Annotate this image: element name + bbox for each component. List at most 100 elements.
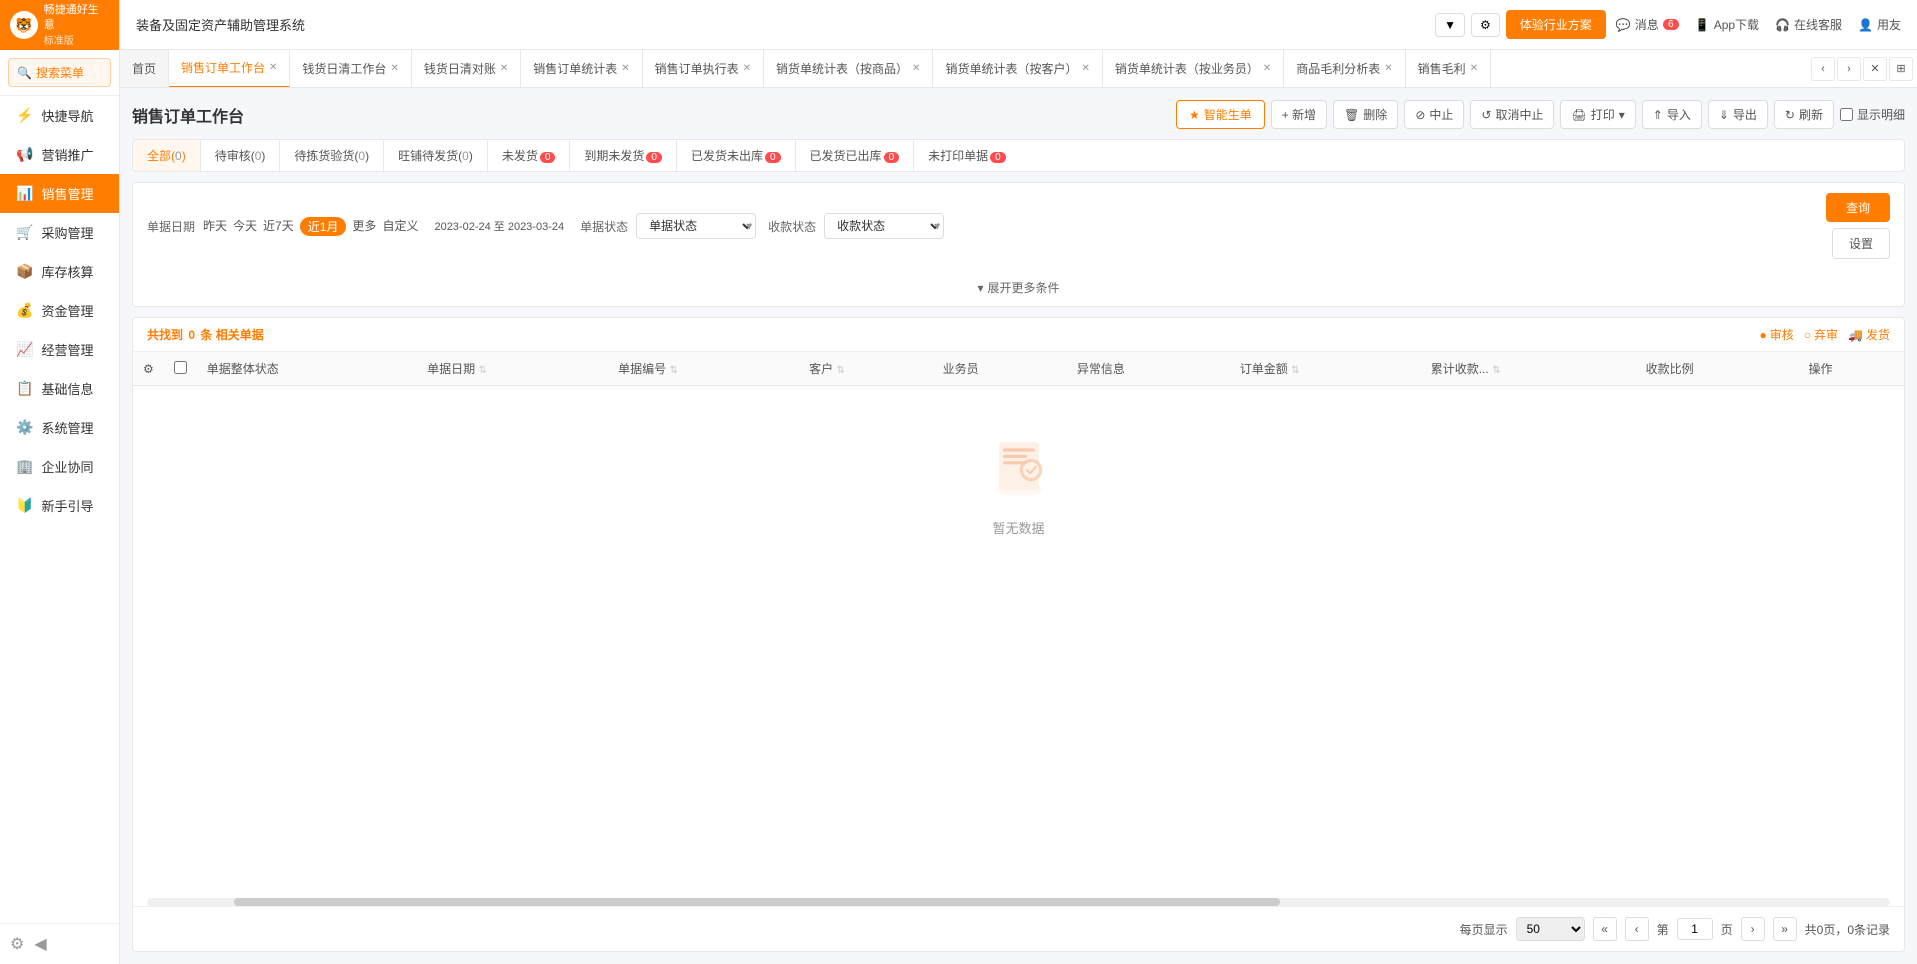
column-settings-icon[interactable]: ⚙ bbox=[143, 362, 154, 376]
tabs-expand-btn[interactable]: ⊞ bbox=[1889, 57, 1913, 81]
tabs-prev-btn[interactable]: ‹ bbox=[1811, 57, 1835, 81]
sidebar-item-finance[interactable]: 💰 资金管理 bbox=[0, 291, 119, 330]
sidebar-item-sales[interactable]: 📊 销售管理 bbox=[0, 174, 119, 213]
show-detail-checkbox[interactable] bbox=[1840, 108, 1853, 121]
show-detail-label[interactable]: 显示明细 bbox=[1840, 106, 1905, 123]
tab-close-goods-margin[interactable]: ✕ bbox=[1384, 63, 1392, 74]
th-amount[interactable]: 订单金额 bbox=[1230, 352, 1421, 386]
th-customer[interactable]: 客户 bbox=[799, 352, 933, 386]
cart-icon: 🛒 bbox=[16, 224, 33, 241]
tab-goods-stats-staff[interactable]: 销货单统计表（按业务员） ✕ bbox=[1103, 50, 1284, 88]
tab-sales-stats[interactable]: 销售订单统计表 ✕ bbox=[521, 50, 642, 88]
date-more[interactable]: 更多 bbox=[352, 217, 376, 236]
tab-sales-exec[interactable]: 销售订单执行表 ✕ bbox=[643, 50, 764, 88]
tab-goods-margin[interactable]: 商品毛利分析表 ✕ bbox=[1284, 50, 1405, 88]
filter-tab-not-printed[interactable]: 未打印单据0 bbox=[914, 140, 1020, 171]
select-all-checkbox[interactable] bbox=[174, 361, 187, 374]
solution-button[interactable]: 体验行业方案 bbox=[1506, 10, 1606, 39]
filter-tab-all[interactable]: 全部(0) bbox=[133, 140, 201, 171]
last-page-btn[interactable]: » bbox=[1773, 917, 1797, 941]
filter-tab-not-shipped[interactable]: 未发货0 bbox=[488, 140, 571, 171]
print-button[interactable]: 🖨 打印 ▾ bbox=[1560, 100, 1635, 129]
online-service-action[interactable]: 🎧 在线客服 bbox=[1775, 16, 1842, 33]
expand-conditions-btn[interactable]: ▾ 展开更多条件 bbox=[977, 279, 1059, 296]
tab-close-sales-stats[interactable]: ✕ bbox=[621, 63, 629, 74]
status-select[interactable]: 单据状态 bbox=[636, 213, 756, 239]
app-download-action[interactable]: 📱 App下载 bbox=[1695, 16, 1759, 33]
date-today[interactable]: 今天 bbox=[233, 217, 257, 236]
tabs-close-btn[interactable]: ✕ bbox=[1863, 57, 1887, 81]
query-button[interactable]: 查询 bbox=[1826, 193, 1890, 222]
th-date[interactable]: 单据日期 bbox=[417, 352, 608, 386]
smart-create-button[interactable]: ★ 智能生单 bbox=[1176, 100, 1265, 129]
tab-home[interactable]: 首页 bbox=[120, 50, 169, 88]
new-button[interactable]: + 新增 bbox=[1271, 100, 1327, 129]
next-page-btn[interactable]: › bbox=[1741, 917, 1765, 941]
filter-tab-shipped-not-out[interactable]: 已发货未出库0 bbox=[677, 140, 796, 171]
review-btn[interactable]: ● 审核 bbox=[1760, 326, 1794, 343]
user-action[interactable]: 👤 用友 bbox=[1858, 16, 1901, 33]
tabs-next-btn[interactable]: › bbox=[1837, 57, 1861, 81]
sidebar-item-guide[interactable]: 🔰 新手引导 bbox=[0, 486, 119, 525]
filter-tab-pending-check[interactable]: 待拣货验货(0) bbox=[280, 140, 384, 171]
stop-button[interactable]: ⊘ 中止 bbox=[1404, 100, 1464, 129]
prev-page-btn[interactable]: ‹ bbox=[1625, 917, 1649, 941]
ship-btn[interactable]: 🚚 发货 bbox=[1848, 326, 1890, 343]
sidebar-item-base[interactable]: 📋 基础信息 bbox=[0, 369, 119, 408]
delete-button[interactable]: 🗑 删除 bbox=[1333, 100, 1398, 129]
filter-tab-shipped-out[interactable]: 已发货已出库0 bbox=[796, 140, 915, 171]
th-number[interactable]: 单据编号 bbox=[608, 352, 799, 386]
filter-tab-wangpu-ship[interactable]: 旺铺待发货(0) bbox=[384, 140, 488, 171]
export-button[interactable]: ⇓ 导出 bbox=[1708, 100, 1768, 129]
tab-close-sales-gross[interactable]: ✕ bbox=[1470, 63, 1478, 74]
sidebar-item-ops[interactable]: 📈 经营管理 bbox=[0, 330, 119, 369]
date-7days[interactable]: 近7天 bbox=[263, 217, 294, 236]
tab-goods-stats-product[interactable]: 销货单统计表（按商品） ✕ bbox=[764, 50, 933, 88]
system-dropdown-btn[interactable]: ▼ bbox=[1435, 13, 1465, 37]
collapse-sidebar-icon[interactable]: ◀ bbox=[34, 934, 46, 954]
sidebar-nav: ⚡ 快捷导航 📢 营销推广 📊 销售管理 🛒 采购管理 📦 库存核算 💰 资金管… bbox=[0, 96, 119, 525]
tab-sales-gross[interactable]: 销售毛利 ✕ bbox=[1406, 50, 1491, 88]
lightning-icon: ⚡ bbox=[16, 107, 33, 124]
tab-close-sales-workbench[interactable]: ✕ bbox=[269, 62, 277, 73]
scrollbar-thumb[interactable] bbox=[234, 898, 1280, 906]
settings-btn[interactable]: ⚙ bbox=[1471, 13, 1500, 37]
first-page-btn[interactable]: « bbox=[1593, 917, 1617, 941]
tab-cash-day[interactable]: 钱货日清工作台 ✕ bbox=[290, 50, 411, 88]
refresh-button[interactable]: ↻ 刷新 bbox=[1774, 100, 1834, 129]
sidebar-item-corp[interactable]: 🏢 企业协同 bbox=[0, 447, 119, 486]
tab-sales-workbench[interactable]: 销售订单工作台 ✕ bbox=[169, 50, 290, 88]
table-scroll-area[interactable]: ⚙ 单据整体状态 单据日期 单 bbox=[133, 352, 1904, 898]
sidebar-item-inventory[interactable]: 📦 库存核算 bbox=[0, 252, 119, 291]
date-yesterday[interactable]: 昨天 bbox=[203, 217, 227, 236]
tab-goods-stats-customer[interactable]: 销货单统计表（按客户） ✕ bbox=[933, 50, 1102, 88]
unreview-btn[interactable]: ○ 弃审 bbox=[1804, 326, 1838, 343]
set-button[interactable]: 设置 bbox=[1832, 228, 1890, 259]
import-button[interactable]: ⇑ 导入 bbox=[1642, 100, 1702, 129]
tabs-bar: 首页 销售订单工作台 ✕ 钱货日清工作台 ✕ 钱货日清对账 ✕ 销售订单统计表 … bbox=[120, 50, 1917, 88]
settings-icon[interactable]: ⚙ bbox=[10, 934, 24, 954]
sidebar-item-system[interactable]: ⚙️ 系统管理 bbox=[0, 408, 119, 447]
date-1month[interactable]: 近1月 bbox=[300, 217, 347, 236]
tab-cash-reconcile[interactable]: 钱货日清对账 ✕ bbox=[412, 50, 521, 88]
filter-tab-overdue-not-shipped[interactable]: 到期未发货0 bbox=[570, 140, 677, 171]
tab-close-goods-stats-customer[interactable]: ✕ bbox=[1081, 63, 1089, 74]
search-menu-button[interactable]: 🔍 搜索菜单 bbox=[8, 58, 111, 87]
sidebar-item-quick-nav[interactable]: ⚡ 快捷导航 bbox=[0, 96, 119, 135]
tab-close-goods-stats-product[interactable]: ✕ bbox=[912, 63, 920, 74]
sidebar-item-marketing[interactable]: 📢 营销推广 bbox=[0, 135, 119, 174]
tab-close-sales-exec[interactable]: ✕ bbox=[743, 63, 751, 74]
horizontal-scrollbar[interactable] bbox=[147, 898, 1890, 906]
filter-tab-pending-review[interactable]: 待审核(0) bbox=[201, 140, 281, 171]
cancel-stop-button[interactable]: ↺ 取消中止 bbox=[1470, 100, 1554, 129]
page-number-input[interactable] bbox=[1677, 918, 1713, 940]
message-action[interactable]: 💬 消息 6 bbox=[1616, 16, 1679, 33]
date-custom[interactable]: 自定义 bbox=[382, 217, 418, 236]
page-size-select[interactable]: 50 10 20 100 bbox=[1516, 917, 1585, 941]
sidebar-item-purchase[interactable]: 🛒 采购管理 bbox=[0, 213, 119, 252]
payment-select[interactable]: 收款状态 bbox=[824, 213, 944, 239]
th-collected[interactable]: 累计收款... bbox=[1421, 352, 1636, 386]
tab-close-cash-reconcile[interactable]: ✕ bbox=[500, 63, 508, 74]
tab-close-cash-day[interactable]: ✕ bbox=[390, 63, 398, 74]
tab-close-goods-stats-staff[interactable]: ✕ bbox=[1263, 63, 1271, 74]
